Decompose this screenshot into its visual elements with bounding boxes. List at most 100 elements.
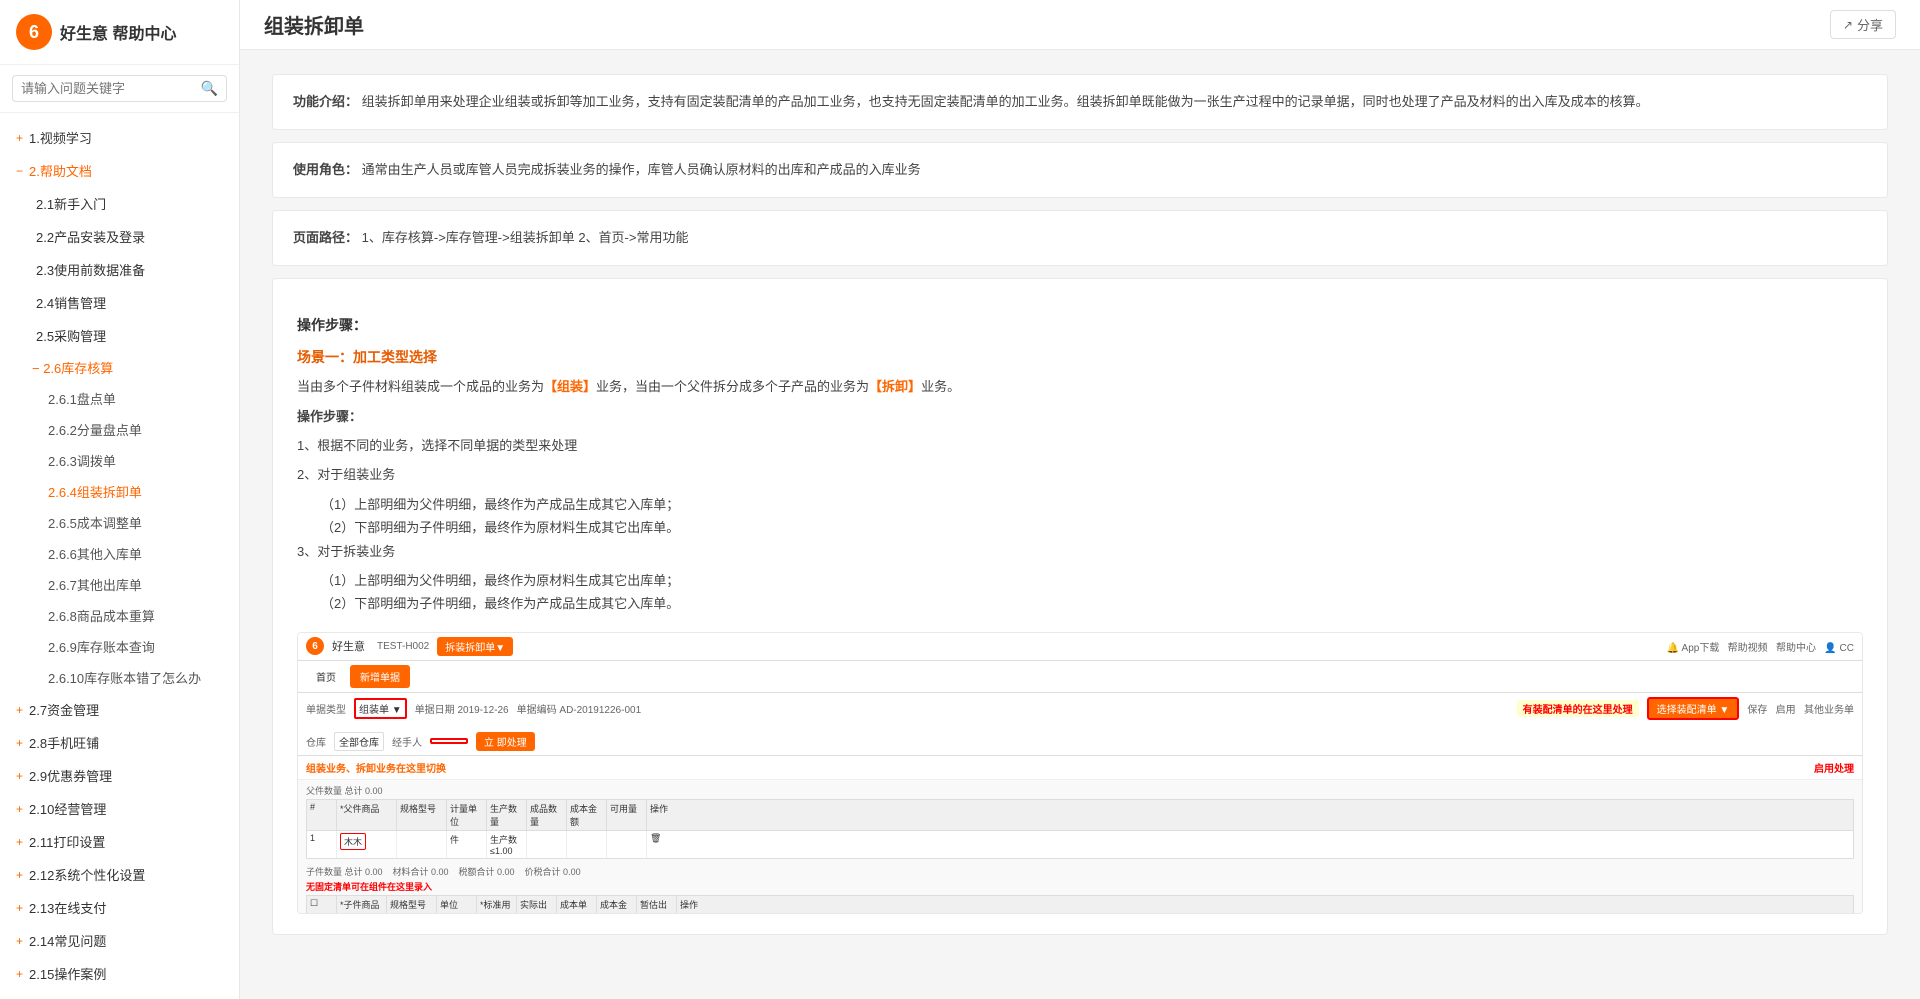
app-nav-new: 新增单据 [350, 665, 410, 688]
lth-avail: 暂估出库 [637, 896, 677, 913]
td-cost-amt [567, 831, 607, 858]
table-label-upper: 父件数量 总计 0.00 [306, 784, 1854, 797]
nav-item-2-9[interactable]: +2.9优惠券管理 [0, 759, 239, 792]
th-done: 成品数量 [527, 800, 567, 830]
nav-item-2-12[interactable]: +2.12系统个性化设置 [0, 858, 239, 891]
nav-item-2-6-9[interactable]: 2.6.9库存账本查询 [0, 631, 239, 662]
td-unit: 件 [447, 831, 487, 858]
func-intro-label: 功能介绍： [293, 94, 358, 109]
upper-table-header: # *父件商品 规格型号 计量单位 生产数量 成品数量 成本金额 可用量 操作 [306, 799, 1854, 831]
nav-label: 2.9优惠券管理 [29, 766, 112, 785]
upper-table-row1: 1 木木 件 生产数≤1.00 🗑 [306, 831, 1854, 859]
logo-area: 6 好生意 帮助中心 [0, 0, 239, 65]
minus-icon: − [16, 164, 23, 178]
main-content: 组装拆卸单 ↗ 分享 功能介绍： 组装拆卸单用来处理企业组装或拆卸等加工业务，支… [240, 0, 1920, 999]
nav-item-2-6-6[interactable]: 2.6.6其他入库单 [0, 538, 239, 569]
plus-icon: + [16, 131, 23, 145]
nav-item-2-13[interactable]: +2.13在线支付 [0, 891, 239, 924]
app-toolbar: 单据类型 组装单 ▼ 单据日期 2019-12-26 单据编码 AD-20191… [298, 693, 1862, 756]
nav-item-2-6-4[interactable]: 2.6.4组装拆卸单 [0, 476, 239, 507]
nav-item-2-6-1[interactable]: 2.6.1盘点单 [0, 383, 239, 414]
td-row-ops: 🗑 [647, 831, 677, 858]
nav-label: 2.3使用前数据准备 [36, 260, 145, 279]
lth-plan: *标准用量 [477, 896, 517, 913]
table-label-lower: 子件数量 总计 0.00 材料合计 0.00 税额合计 0.00 价税合计 0.… [306, 865, 1854, 878]
td-goods: 木木 [337, 831, 397, 858]
func-intro-text: 组装拆卸单用来处理企业组装或拆卸等加工业务，支持有固定装配清单的产品加工业务，也… [362, 94, 1649, 109]
nav-label: 2.6.4组装拆卸单 [48, 485, 142, 500]
toolbar-second-row: 仓库 全部仓库 经手人 立 即处理 [306, 732, 1854, 751]
plus-icon: + [16, 802, 23, 816]
toolbar-label-date2: 单据日期 2019-12-26 [415, 701, 509, 716]
nav-item-2-6-3[interactable]: 2.6.3调拨单 [0, 445, 239, 476]
lth-spec: 规格型号 [387, 896, 437, 913]
nav-label: 2.6.8商品成本重算 [48, 609, 155, 624]
toolbar-submit: 立 即处理 [476, 732, 535, 751]
nav-item-2-4[interactable]: 2.4销售管理 [0, 286, 239, 319]
toolbar-warehouse: 仓库 [306, 734, 326, 749]
logo-icon: 6 [16, 14, 52, 50]
plus-icon: + [16, 934, 23, 948]
plus-icon: + [16, 967, 23, 981]
nav-item-2-6[interactable]: − 2.6库存核算 [0, 352, 239, 383]
nav-label: 2.5采购管理 [36, 326, 106, 345]
step3: 3、对于拆装业务 [297, 540, 1863, 563]
step1: 1、根据不同的业务，选择不同单据的类型来处理 [297, 434, 1863, 457]
app-topbar-version: TEST-H002 [377, 641, 429, 652]
lth-cost: 成本单价 [557, 896, 597, 913]
lth-actual: 实际出用量 [517, 896, 557, 913]
app-topbar-text: 好生意 [332, 638, 365, 654]
td-done-qty [527, 831, 567, 858]
nav-item-2[interactable]: −2.帮助文档 [0, 154, 239, 187]
step2-sub2: （2）下部明细为子件明细，最终作为原材料生成其它出库单。 [321, 516, 1863, 539]
th-plan: 生产数量 [487, 800, 527, 830]
lower-annotation: 无固定清单可在组件在这里录入 [306, 880, 1854, 893]
ops-section: 操作步骤： 场景一：加工类型选择 当由多个子件材料组装成一个成品的业务为【组装】… [272, 278, 1888, 935]
app-window: 6 好生意 TEST-H002 拆装拆卸单▼ 🔔 App下载 帮助视频 帮助中心… [298, 633, 1862, 913]
nav-item-2-5[interactable]: 2.5采购管理 [0, 319, 239, 352]
nav-item-1[interactable]: +1.视频学习 [0, 121, 239, 154]
nav-item-2-3[interactable]: 2.3使用前数据准备 [0, 253, 239, 286]
plus-icon: + [16, 736, 23, 750]
nav-item-2-6-2[interactable]: 2.6.2分量盘点单 [0, 414, 239, 445]
minus-icon: − [32, 361, 40, 376]
search-icon[interactable]: 🔍 [201, 80, 218, 97]
screenshot-inner: 6 好生意 TEST-H002 拆装拆卸单▼ 🔔 App下载 帮助视频 帮助中心… [298, 633, 1862, 913]
toolbar-type-select: 组装单 ▼ [354, 698, 407, 719]
lower-table-header: ☐ *子件商品 规格型号 单位 *标准用量 实际出用量 成本单价 成本金额 暂估… [306, 895, 1854, 913]
lth-unit: 单位 [437, 896, 477, 913]
toolbar-action: 保存 启用 其他业务单 [1747, 701, 1854, 716]
nav-label: 2.6.10库存账本错了怎么办 [48, 671, 201, 686]
th-unit: 规格型号 [397, 800, 447, 830]
nav-item-2-2[interactable]: 2.2产品安装及登录 [0, 220, 239, 253]
scenario1-title: 场景一：加工类型选择 [297, 347, 1863, 367]
app-topbar-icons: 🔔 App下载 帮助视频 帮助中心 👤 CC [1667, 639, 1854, 654]
nav-item-2-1[interactable]: 2.1新手入门 [0, 187, 239, 220]
nav-item-2-10[interactable]: +2.10经营管理 [0, 792, 239, 825]
nav-item-2-6-8[interactable]: 2.6.8商品成本重算 [0, 600, 239, 631]
nav-item-2-15[interactable]: +2.15操作案例 [0, 957, 239, 990]
type-annotation: 组装业务、拆卸业务在这里切换 [306, 760, 446, 775]
role-block: 使用角色： 通常由生产人员或库管人员完成拆装业务的操作，库管人员确认原材料的出库… [272, 142, 1888, 198]
share-button[interactable]: ↗ 分享 [1830, 10, 1896, 39]
nav-label: 2.12系统个性化设置 [29, 865, 145, 884]
th-num: # [307, 800, 337, 830]
nav-item-2-6-7[interactable]: 2.6.7其他出库单 [0, 569, 239, 600]
th-cost: 成本金额 [567, 800, 607, 830]
td-avail-qty [607, 831, 647, 858]
nav-item-2-11[interactable]: +2.11打印设置 [0, 825, 239, 858]
enable-annotation: 启用处理 [1814, 760, 1854, 775]
lth-ops: 操作 [677, 896, 707, 913]
nav-item-2-6-5[interactable]: 2.6.5成本调整单 [0, 507, 239, 538]
toolbar-code: 单据编码 AD-20191226-001 [517, 701, 642, 716]
nav-item-2-6-10[interactable]: 2.6.10库存账本错了怎么办 [0, 662, 239, 693]
search-input[interactable] [21, 81, 201, 96]
search-area: 🔍 [0, 65, 239, 113]
nav-label: 2.6.2分量盘点单 [48, 423, 142, 438]
td-prod-qty: 生产数≤1.00 [487, 831, 527, 858]
role-text: 通常由生产人员或库管人员完成拆装业务的操作，库管人员确认原材料的出库和产成品的入… [362, 162, 921, 177]
logo-text: 好生意 帮助中心 [60, 20, 176, 44]
nav-item-2-8[interactable]: +2.8手机旺铺 [0, 726, 239, 759]
nav-item-2-7[interactable]: +2.7资金管理 [0, 693, 239, 726]
nav-item-2-14[interactable]: +2.14常见问题 [0, 924, 239, 957]
